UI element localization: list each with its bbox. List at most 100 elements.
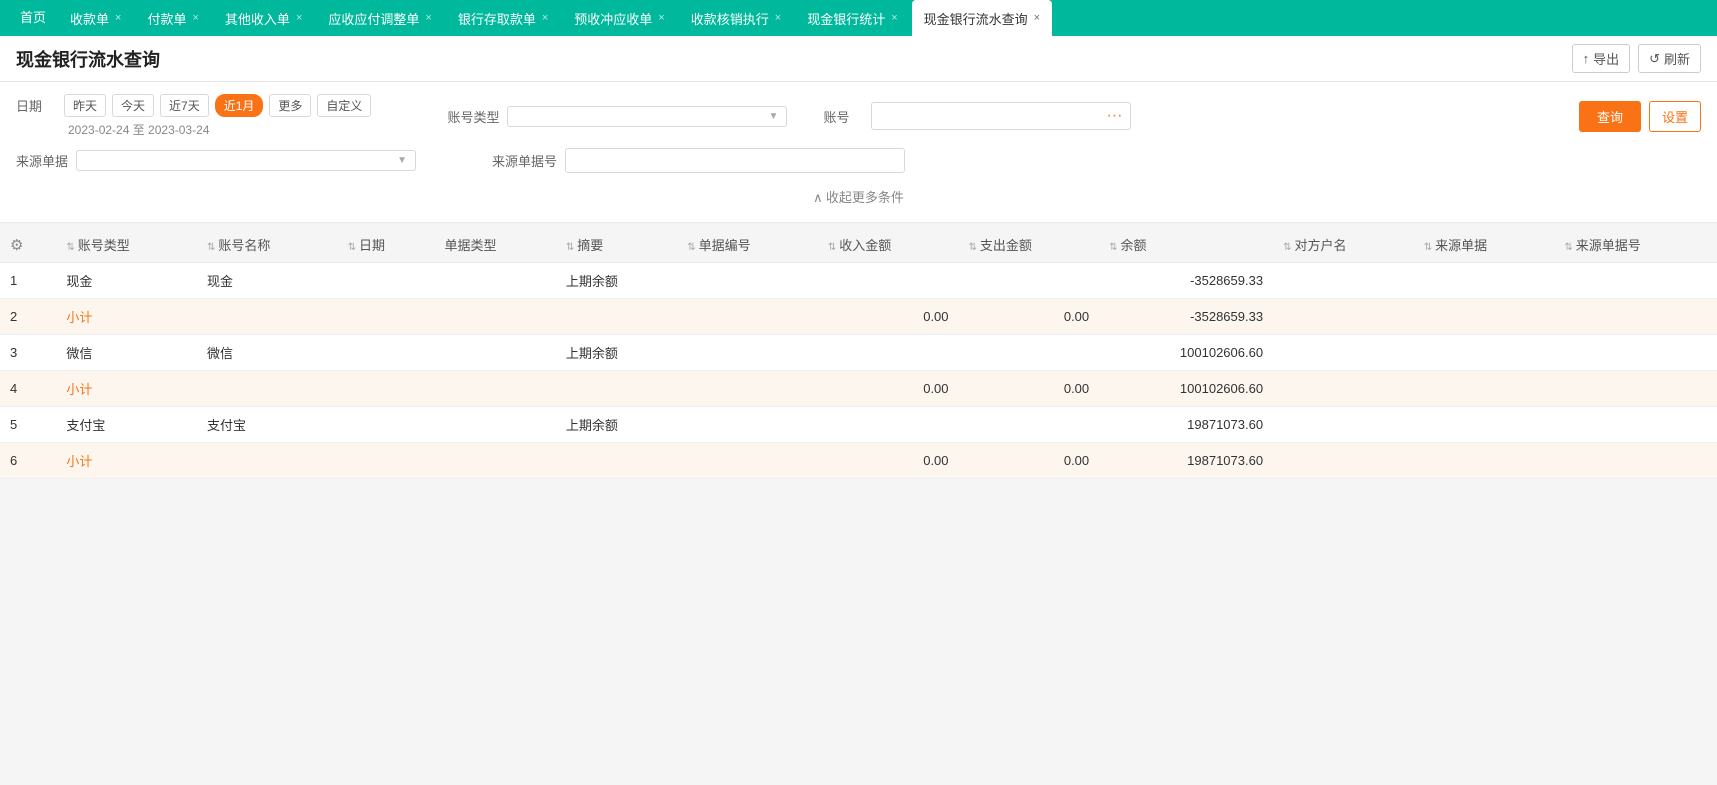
nav-tab-收款核销执行[interactable]: 收款核销执行× (679, 0, 793, 36)
query-button[interactable]: 查询 (1579, 101, 1641, 132)
cell-account_type: 微信 (56, 335, 197, 371)
nav-tab-现金银行流水查询[interactable]: 现金银行流水查询× (912, 0, 1052, 36)
cell-source_doc_no (1554, 263, 1717, 299)
cell-doc_type (434, 299, 555, 335)
close-icon[interactable]: × (542, 12, 548, 24)
nav-tab-银行存取款单[interactable]: 银行存取款单× (446, 0, 560, 36)
source-doc-label: 来源单据 (16, 151, 68, 170)
cell-account_type: 支付宝 (56, 407, 197, 443)
table-row: 5支付宝支付宝上期余额19871073.60 (0, 407, 1717, 443)
cell-balance: 19871073.60 (1099, 443, 1273, 479)
cell-account_type: 现金 (56, 263, 197, 299)
refresh-icon: ↺ (1649, 51, 1660, 67)
close-icon[interactable]: × (425, 12, 431, 24)
top-nav: 首页 收款单×付款单×其他收入单×应收应付调整单×银行存取款单×预收冲应收单×收… (0, 0, 1717, 36)
col-label: 余额 (1121, 238, 1147, 253)
nav-tab-其他收入单[interactable]: 其他收入单× (213, 0, 314, 36)
close-icon[interactable]: × (775, 12, 781, 24)
cell-balance: -3528659.33 (1099, 263, 1273, 299)
source-doc-no-input[interactable] (574, 153, 896, 168)
cell-summary: 上期余额 (556, 335, 677, 371)
nav-tab-预收冲应收单[interactable]: 预收冲应收单 × (562, 0, 676, 36)
cell-num: 1 (0, 263, 56, 299)
collapse-bar[interactable]: ∧ 收起更多条件 (16, 183, 1701, 210)
account-dots-button[interactable]: ··· (1106, 107, 1122, 125)
table-settings-gear-icon[interactable]: ⚙ (10, 237, 23, 254)
close-icon[interactable]: × (192, 12, 198, 24)
date-options: 昨天今天近7天近1月更多自定义 (64, 94, 371, 117)
col-header-account_name[interactable]: ⇅账号名称 (197, 227, 338, 263)
source-doc-select[interactable]: ▼ (76, 150, 416, 171)
nav-tab-收款单[interactable]: 收款单× (58, 0, 133, 36)
account-type-select[interactable]: ▼ (507, 106, 787, 127)
col-header-summary[interactable]: ⇅摘要 (556, 227, 677, 263)
col-header-account_type[interactable]: ⇅账号类型 (56, 227, 197, 263)
header-actions: ↑ 导出 ↺ 刷新 (1572, 44, 1701, 73)
col-label: 日期 (359, 238, 385, 253)
col-header-counterpart[interactable]: ⇅对方户名 (1273, 227, 1414, 263)
cell-account_name: 支付宝 (197, 407, 338, 443)
close-icon[interactable]: × (296, 12, 302, 24)
cell-balance: 100102606.60 (1099, 371, 1273, 407)
table-row: 4小计0.000.00100102606.60 (0, 371, 1717, 407)
table-row: 1现金现金上期余额-3528659.33 (0, 263, 1717, 299)
sort-icon: ⇅ (1283, 242, 1291, 253)
close-icon[interactable]: × (658, 12, 664, 24)
cell-doc_type (434, 443, 555, 479)
sort-icon: ⇅ (348, 242, 356, 253)
cell-date (338, 263, 435, 299)
col-header-source_doc_no[interactable]: ⇅来源单据号 (1554, 227, 1717, 263)
account-input[interactable] (880, 109, 1102, 124)
cell-doc_type (434, 263, 555, 299)
page-header: 现金银行流水查询 ↑ 导出 ↺ 刷新 (0, 36, 1717, 82)
close-icon[interactable]: × (115, 12, 121, 24)
date-btn-昨天[interactable]: 昨天 (64, 94, 106, 117)
nav-tab-label: 预收冲应收单 (574, 9, 652, 28)
col-header-source_doc[interactable]: ⇅来源单据 (1414, 227, 1555, 263)
cell-num: 3 (0, 335, 56, 371)
cell-account_name (197, 371, 338, 407)
cell-summary: 上期余额 (556, 263, 677, 299)
account-type-label: 账号类型 (447, 107, 499, 126)
date-btn-今天[interactable]: 今天 (112, 94, 154, 117)
col-header-date[interactable]: ⇅日期 (338, 227, 435, 263)
nav-tab-应收应付调整单[interactable]: 应收应付调整单× (316, 0, 443, 36)
close-icon[interactable]: × (891, 12, 897, 24)
refresh-button[interactable]: ↺ 刷新 (1638, 44, 1701, 73)
cell-source_doc (1414, 371, 1555, 407)
settings-button[interactable]: 设置 (1649, 101, 1701, 132)
col-header-settings: ⚙ (0, 227, 56, 263)
col-header-doc_no[interactable]: ⇅单据编号 (677, 227, 818, 263)
col-label: 单据类型 (444, 238, 496, 253)
date-btn-近7天[interactable]: 近7天 (160, 94, 209, 117)
col-header-income[interactable]: ⇅收入金额 (818, 227, 959, 263)
cell-source_doc (1414, 299, 1555, 335)
date-btn-近1月[interactable]: 近1月 (215, 94, 264, 117)
nav-tab-现金银行统计[interactable]: 现金银行统计× (795, 0, 909, 36)
col-header-balance[interactable]: ⇅余额 (1099, 227, 1273, 263)
cell-doc_type (434, 407, 555, 443)
sort-icon: ⇅ (969, 242, 977, 253)
date-btn-更多[interactable]: 更多 (269, 94, 311, 117)
date-range: 2023-02-24 至 2023-03-24 (68, 123, 209, 137)
col-label: 单据编号 (699, 238, 751, 253)
cell-income: 0.00 (818, 371, 959, 407)
account-input-wrap: ··· (871, 102, 1131, 130)
cell-expense: 0.00 (959, 371, 1100, 407)
cell-counterpart (1273, 299, 1414, 335)
sort-icon: ⇅ (1424, 242, 1432, 253)
cell-account_type: 小计 (56, 443, 197, 479)
source-doc-dropdown-icon: ▼ (397, 155, 407, 166)
col-header-expense[interactable]: ⇅支出金额 (959, 227, 1100, 263)
cell-account_name: 现金 (197, 263, 338, 299)
close-icon[interactable]: × (1034, 12, 1040, 24)
nav-home[interactable]: 首页 (8, 0, 58, 36)
cell-doc_no (677, 407, 818, 443)
cell-income (818, 407, 959, 443)
cell-source_doc (1414, 407, 1555, 443)
source-doc-no-input-wrap (565, 148, 905, 173)
collapse-icon: ∧ (813, 190, 823, 205)
date-btn-自定义[interactable]: 自定义 (317, 94, 371, 117)
nav-tab-付款单[interactable]: 付款单× (135, 0, 210, 36)
export-button[interactable]: ↑ 导出 (1572, 44, 1631, 73)
